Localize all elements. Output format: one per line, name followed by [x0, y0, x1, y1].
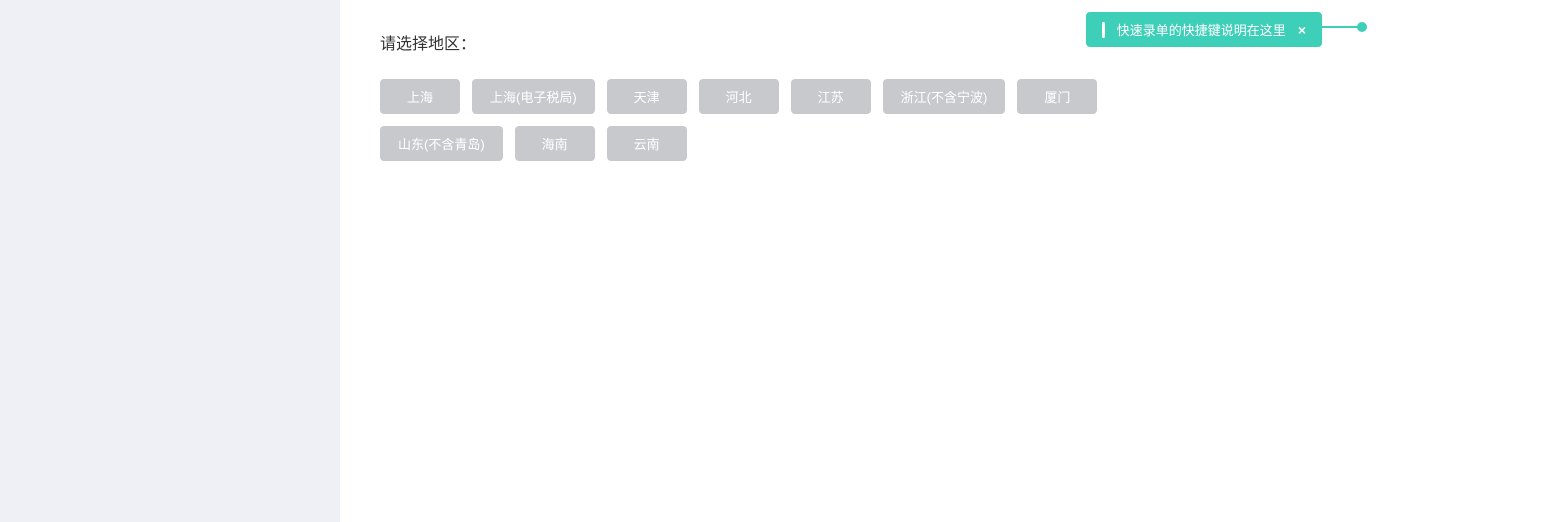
region-btn-xiamen[interactable]: 厦门	[1017, 79, 1097, 114]
region-row-2: 山东(不含青岛) 海南云南	[380, 126, 1522, 161]
region-row-1: 上海上海(电子税局) 天津河北江苏浙江(不含宁波) 厦门	[380, 79, 1522, 114]
region-btn-tianjin[interactable]: 天津	[607, 79, 687, 114]
tooltip-banner: 快速录单的快捷键说明在这里 ×	[1086, 12, 1322, 47]
main-content: 请选择地区： 上海上海(电子税局) 天津河北江苏浙江(不含宁波) 厦门 山东(不含青…	[340, 0, 1562, 522]
region-btn-hebei[interactable]: 河北	[699, 79, 779, 114]
region-btn-jiangsu[interactable]: 江苏	[791, 79, 871, 114]
region-btn-hainan[interactable]: 海南	[515, 126, 595, 161]
region-btn-yunnan[interactable]: 云南	[607, 126, 687, 161]
region-btn-shanghai-etax[interactable]: 上海(电子税局)	[472, 79, 595, 114]
region-btn-shandong[interactable]: 山东(不含青岛)	[380, 126, 503, 161]
tooltip-close-button[interactable]: ×	[1298, 22, 1306, 38]
tooltip-text: 快速录单的快捷键说明在这里	[1117, 20, 1286, 39]
region-btn-shanghai[interactable]: 上海	[380, 79, 460, 114]
sidebar	[0, 0, 340, 522]
tooltip-dot	[1357, 22, 1367, 32]
page-title: 请选择地区：	[380, 30, 1522, 54]
region-btn-zhejiang[interactable]: 浙江(不含宁波)	[883, 79, 1006, 114]
